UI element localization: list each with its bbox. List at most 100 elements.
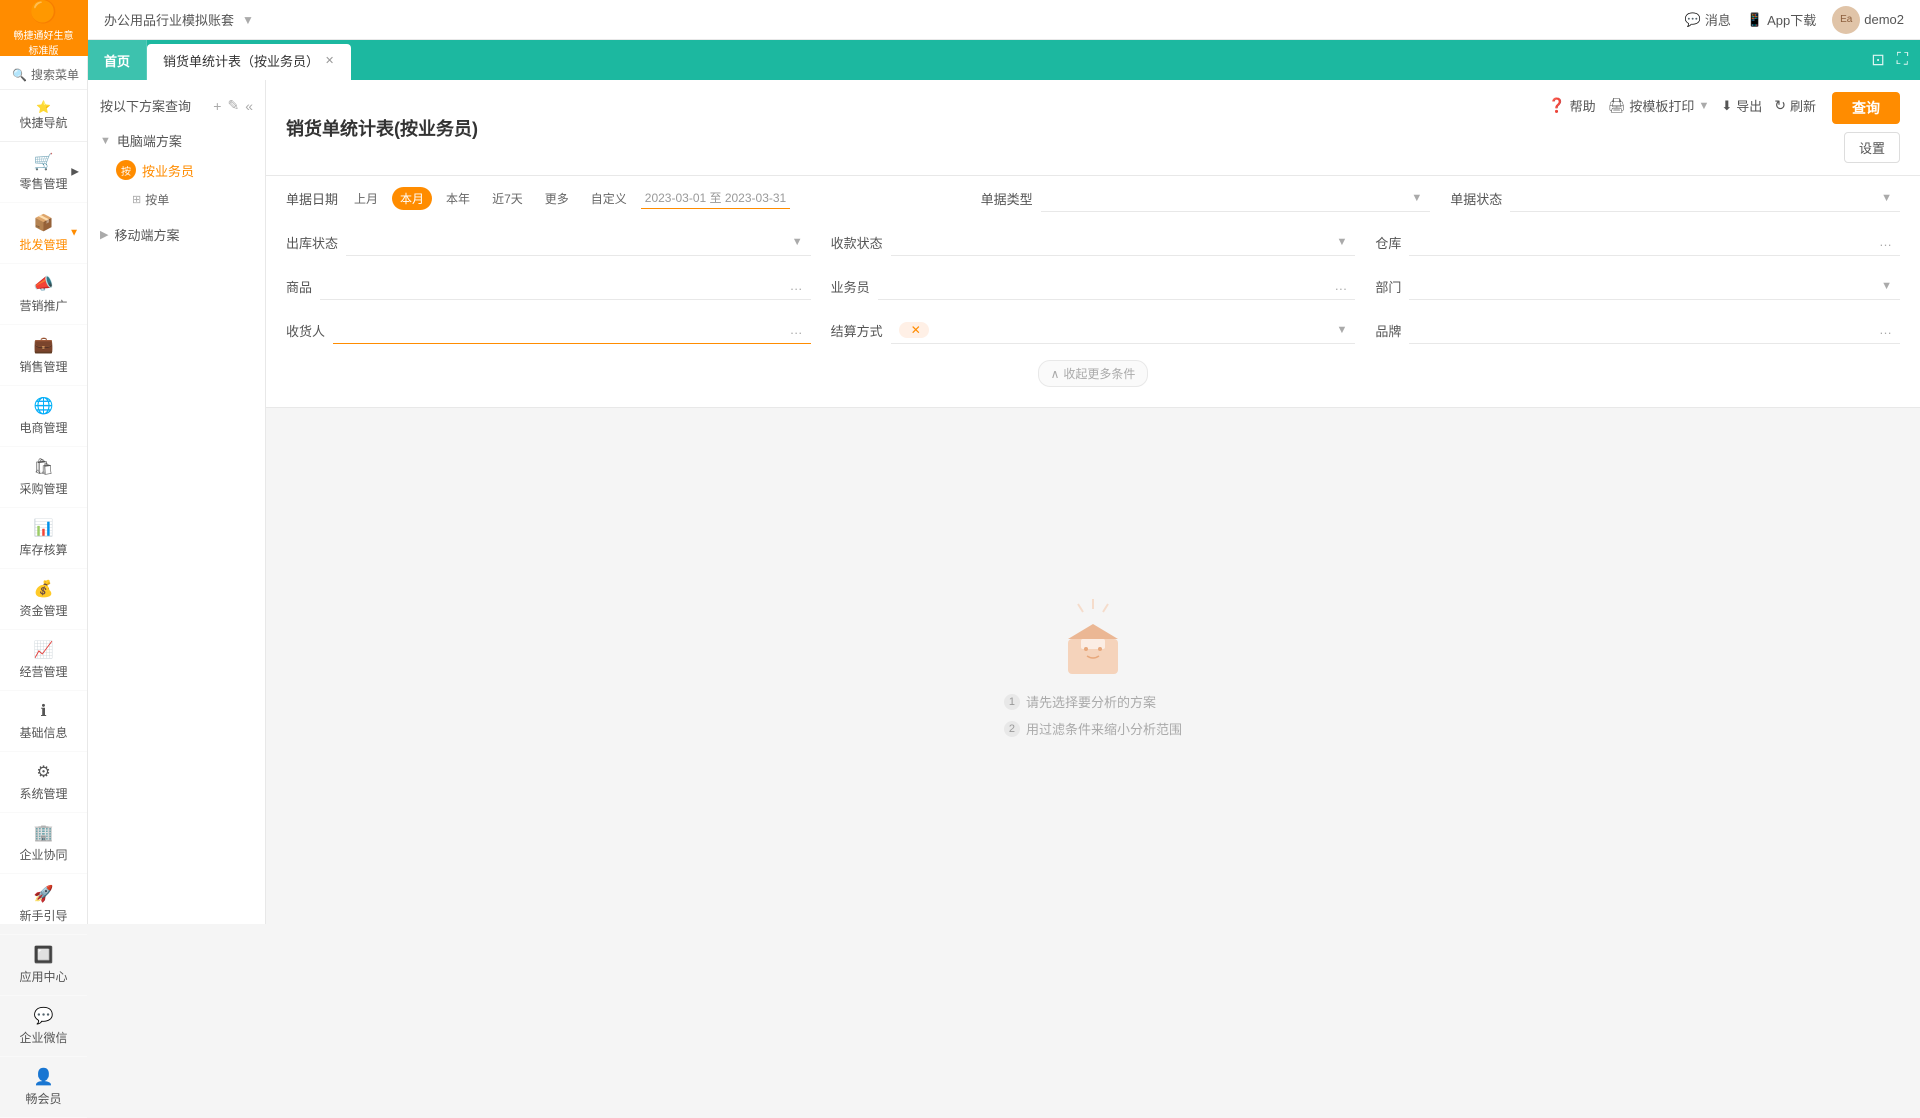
sidebar-item-label: 销售管理 (19, 358, 67, 375)
user-menu[interactable]: Ea demo2 (1832, 6, 1904, 34)
search-icon: 🔍 (12, 68, 27, 82)
tip-num-2: 2 (1004, 721, 1020, 737)
goods-more-icon[interactable]: … (790, 278, 803, 293)
collapse-row: ∧ 收起更多条件 (286, 352, 1900, 395)
sidebar-item-inventory[interactable]: 📊 库存核算 (0, 508, 87, 569)
empty-tips: 1 请先选择要分析的方案 2 用过滤条件来缩小分析范围 (1004, 692, 1182, 738)
warehouse-label: 仓库 (1375, 233, 1401, 252)
goods-select[interactable]: … (320, 272, 811, 300)
mobile-scheme-header[interactable]: ▶ 移动端方案 (88, 221, 265, 248)
chevron-right-icon: ▶ (71, 167, 79, 178)
sidebar-item-finance[interactable]: 💰 资金管理 (0, 569, 87, 630)
salesperson-select[interactable]: … (878, 272, 1356, 300)
sidebar-item-newbie[interactable]: 🚀 新手引导 (0, 874, 87, 935)
print-button[interactable]: 🖨 按模板打印 ▼ (1608, 96, 1710, 115)
enterprise-icon: 🏢 (34, 823, 54, 843)
app-download-button[interactable]: 📱 App下载 (1747, 10, 1816, 29)
brand-select[interactable]: … (1409, 316, 1900, 344)
sidebar-logo[interactable]: 🟠 畅捷通好生意 标准版 (0, 0, 88, 56)
empty-illustration (1043, 594, 1143, 684)
edit-scheme-icon[interactable]: ✎ (227, 97, 239, 114)
help-button[interactable]: ❓ 帮助 (1548, 96, 1595, 115)
export-button[interactable]: ⬇ 导出 (1721, 96, 1762, 115)
sidebar-item-enterprise[interactable]: 🏢 企业协同 (0, 813, 87, 874)
quick-icon: ⭐ (36, 100, 51, 114)
scheme-by-salesperson[interactable]: 按 按业务员 (88, 154, 265, 186)
collapse-button[interactable]: ∧ 收起更多条件 (1038, 360, 1149, 387)
ecommerce-icon: 🌐 (34, 396, 54, 416)
date-tab-custom[interactable]: 自定义 (583, 187, 635, 210)
sidebar-item-marketing[interactable]: 📣 营销推广 (0, 264, 87, 325)
date-tab-this-month[interactable]: 本月 (392, 187, 432, 210)
page-header-top: 销货单统计表(按业务员) ❓ 帮助 🖨 按模板打印 ▼ (286, 92, 1900, 163)
sidebar-item-wechat[interactable]: 💬 企业微信 (0, 996, 87, 1057)
sidebar-quick-nav[interactable]: ⭐ 快捷导航 (0, 90, 87, 142)
scheme-by-order[interactable]: ⊞ 按单 (88, 186, 265, 213)
refresh-label: 刷新 (1790, 96, 1816, 115)
payment-status-select[interactable]: ▼ (891, 228, 1356, 256)
print-icon: 🖨 (1608, 97, 1626, 114)
refresh-button[interactable]: ↻ 刷新 (1774, 96, 1816, 115)
topbar-dropdown-icon[interactable]: ▼ (242, 13, 254, 27)
department-dropdown-icon: ▼ (1881, 280, 1892, 292)
date-tab-more[interactable]: 更多 (537, 187, 577, 210)
doc-status-label: 单据状态 (1450, 189, 1502, 208)
topbar: 办公用品行业模拟账套 ▼ 💬 消息 📱 App下载 Ea demo2 (88, 0, 1920, 40)
tab-maximize-icon[interactable]: ⛶ (1897, 51, 1908, 69)
tab-window-icon[interactable]: ⊡ (1871, 50, 1884, 70)
brand-label: 品牌 (1375, 321, 1401, 340)
scheme-order-label: 按单 (145, 191, 169, 208)
messages-button[interactable]: 💬 消息 (1685, 10, 1731, 29)
sidebar-item-basic[interactable]: ℹ 基础信息 (0, 691, 87, 752)
tip-text-1: 请先选择要分析的方案 (1026, 692, 1156, 711)
sidebar-item-ecommerce[interactable]: 🌐 电商管理 (0, 386, 87, 447)
filter-stock-status: 出库状态 ▼ (286, 228, 811, 256)
query-button[interactable]: 查询 (1832, 92, 1900, 124)
date-tab-this-year[interactable]: 本年 (438, 187, 478, 210)
collapse-panel-icon[interactable]: « (245, 98, 253, 114)
sidebar-item-apps[interactable]: 🔲 应用中心 (0, 935, 87, 996)
filter-area: 单据日期 上月 本月 本年 近7天 更多 自定义 2023-03-01 至 20… (266, 176, 1920, 408)
consignee-more-icon[interactable]: … (790, 322, 803, 337)
brand-more-icon[interactable]: … (1879, 322, 1892, 337)
consignee-input[interactable]: … (333, 316, 811, 344)
doc-type-select[interactable]: ▼ (1041, 184, 1431, 212)
sidebar-item-purchase[interactable]: 🛍 采购管理 (0, 447, 87, 508)
department-select[interactable]: ▼ (1409, 272, 1900, 300)
settlement-clear-button[interactable]: ✕ (911, 323, 921, 337)
payment-status-label: 收款状态 (831, 233, 883, 252)
sidebar-item-wholesale[interactable]: 📦 批发管理 ▼ (0, 203, 87, 264)
date-tab-last-month[interactable]: 上月 (346, 187, 386, 210)
sidebar-item-operations[interactable]: 📈 经营管理 (0, 630, 87, 691)
print-label: 按模板打印 (1629, 96, 1694, 115)
topbar-title-text: 办公用品行业模拟账套 (104, 10, 234, 29)
sidebar-search[interactable]: 🔍 搜索菜单 (0, 56, 87, 90)
date-range-display[interactable]: 2023-03-01 至 2023-03-31 (641, 187, 790, 209)
settlement-select[interactable]: ✕ ▼ (891, 316, 1356, 344)
warehouse-select[interactable]: … (1409, 228, 1900, 256)
sidebar-item-label: 新手引导 (19, 907, 67, 924)
settings-button[interactable]: 设置 (1844, 132, 1900, 163)
tab-close-icon[interactable]: ✕ (325, 54, 334, 67)
stock-status-select[interactable]: ▼ (346, 228, 811, 256)
wechat-icon: 💬 (34, 1006, 54, 1026)
add-scheme-icon[interactable]: + (213, 98, 221, 114)
sidebar-item-member[interactable]: 👤 畅会员 (0, 1057, 87, 1118)
sidebar-item-system[interactable]: ⚙ 系统管理 (0, 752, 87, 813)
doc-status-select[interactable]: ▼ (1510, 184, 1900, 212)
date-tab-7days[interactable]: 近7天 (484, 187, 531, 210)
export-label: 导出 (1736, 96, 1762, 115)
desktop-scheme-header[interactable]: ▼ 电脑端方案 (88, 127, 265, 154)
sidebar-item-label: 企业协同 (19, 846, 67, 863)
sidebar-item-label: 采购管理 (19, 480, 67, 497)
quick-label: 快捷导航 (19, 114, 67, 131)
warehouse-more-icon[interactable]: … (1879, 234, 1892, 249)
sidebar-item-sales[interactable]: 💼 销售管理 (0, 325, 87, 386)
sidebar-item-retail[interactable]: 🛒 零售管理 ▶ (0, 142, 87, 203)
tab-sales-stat[interactable]: 销货单统计表（按业务员） ✕ (147, 44, 351, 80)
department-label: 部门 (1375, 277, 1401, 296)
print-dropdown-icon[interactable]: ▼ (1698, 100, 1709, 112)
salesperson-more-icon[interactable]: … (1334, 278, 1347, 293)
tab-home[interactable]: 首页 (88, 40, 147, 80)
filter-row-1: 单据日期 上月 本月 本年 近7天 更多 自定义 2023-03-01 至 20… (286, 176, 1900, 220)
